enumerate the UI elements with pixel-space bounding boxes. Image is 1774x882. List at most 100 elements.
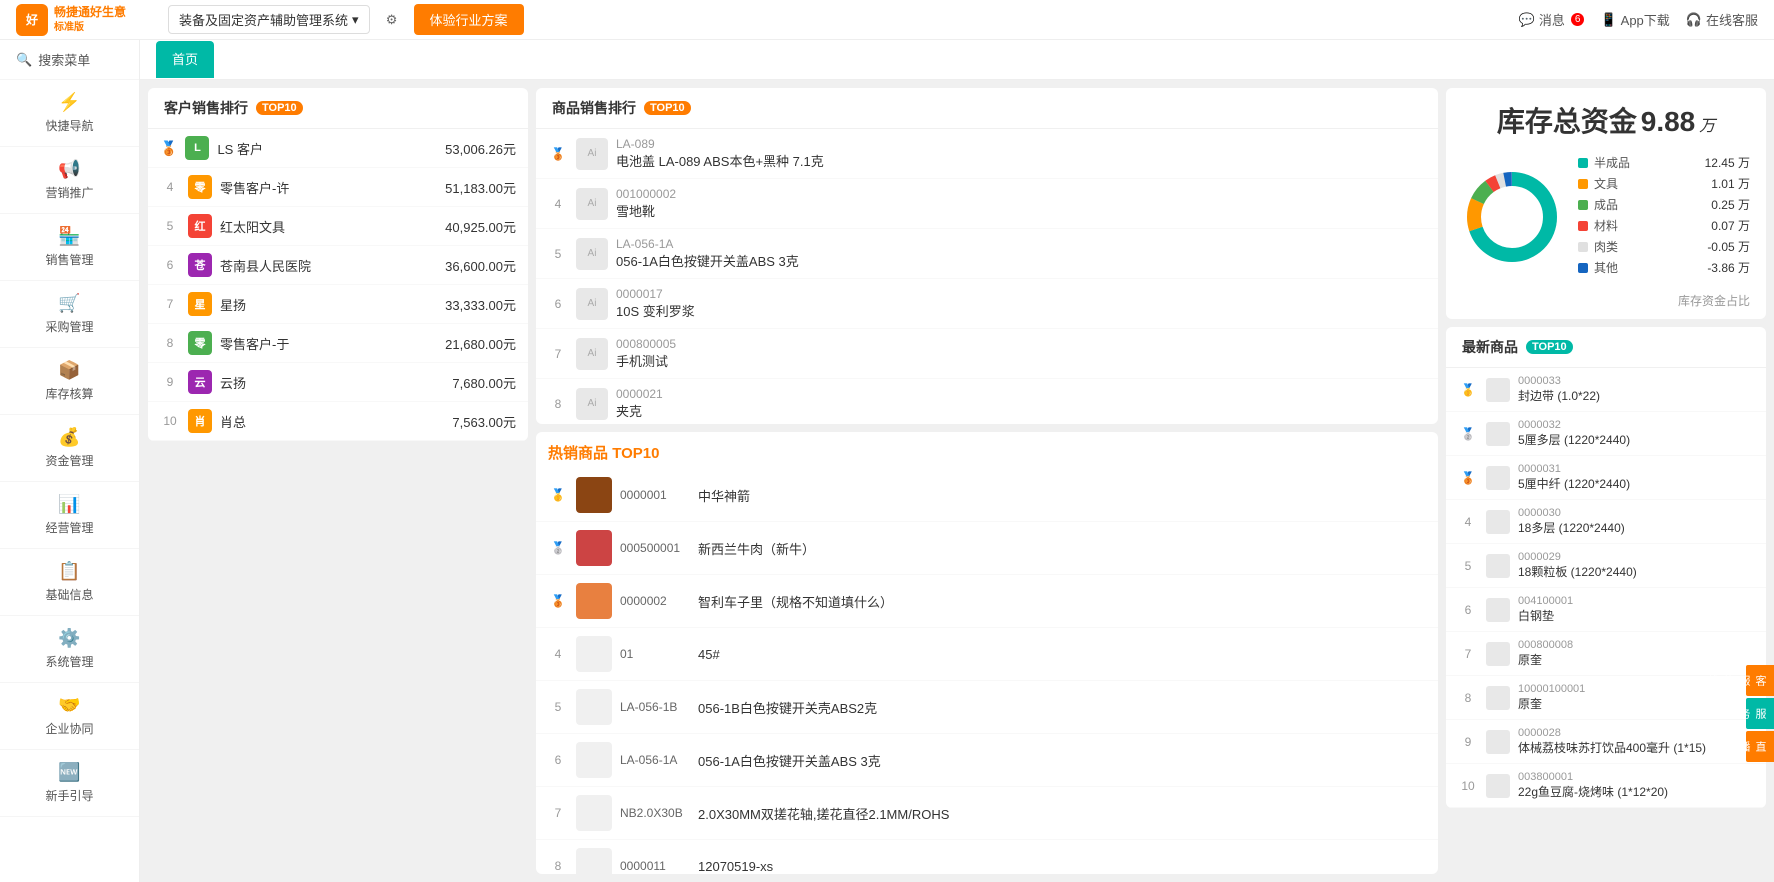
right-panel: 库存总资金 9.88 万: [1446, 88, 1766, 874]
customer-rank-item-10[interactable]: 10 肖 肖总 7,563.00元: [148, 402, 528, 441]
customer-avatar-10: 肖: [188, 409, 212, 433]
customer-rank-item-1[interactable]: 🥉 L LS 客户 53,006.26元: [148, 129, 528, 168]
main-content: 客户销售排行 TOP10 🥉 L LS 客户 53,006.26元 4 零: [140, 80, 1774, 882]
logo-area: 好 畅捷通好生意 标准版: [16, 4, 156, 36]
settings-button[interactable]: ⚙: [378, 6, 406, 34]
customer-rank-item-9[interactable]: 9 云 云扬 7,680.00元: [148, 363, 528, 402]
new-thumb-9: [1486, 730, 1510, 754]
inventory-total: 库存总资金 9.88 万: [1446, 88, 1766, 146]
product-rank-item-5[interactable]: 5 Ai LA-056-1A 056-1A白色按键开关盖ABS 3克: [536, 229, 1438, 279]
logo-text: 畅捷通好生意 标准版: [54, 5, 126, 34]
customer-rank-card: 客户销售排行 TOP10 🥉 L LS 客户 53,006.26元 4 零: [148, 88, 528, 441]
legend-dot-1: [1578, 179, 1588, 189]
new-thumb-6: [1486, 598, 1510, 622]
customer-avatar-7: 星: [188, 292, 212, 316]
chevron-down-icon: ▾: [352, 12, 359, 28]
message-icon: 💬: [1519, 12, 1535, 28]
hot-product-6[interactable]: 6 LA-056-1A 056-1A白色按键开关盖ABS 3克: [536, 734, 1438, 787]
search-icon: 🔍: [16, 52, 32, 68]
hot-product-4[interactable]: 4 01 45#: [536, 628, 1438, 681]
new-info-9: 0000028 体械荔枝味苏打饮品400毫升 (1*15): [1518, 727, 1754, 756]
tab-home[interactable]: 首页: [156, 41, 214, 78]
inventory-chart-card: 库存总资金 9.88 万: [1446, 88, 1766, 319]
sidebar-item-finance[interactable]: 💰 资金管理: [0, 415, 139, 482]
hot-products-header: 热销商品 TOP10: [536, 432, 1438, 469]
hot-thumb-3: [576, 583, 612, 619]
hot-thumb-1: [576, 477, 612, 513]
product-rank-item-3[interactable]: 🥉 Ai LA-089 电池盖 LA-089 ABS本色+黑种 7.1克: [536, 129, 1438, 179]
new-product-5[interactable]: 5 0000029 18颗粒板 (1220*2440): [1446, 544, 1766, 588]
donut-chart: [1462, 167, 1562, 267]
new-product-6[interactable]: 6 004100001 白钢垫: [1446, 588, 1766, 632]
sidebar-item-inventory[interactable]: 📦 库存核算: [0, 348, 139, 415]
top-bar-middle: 装备及固定资产辅助管理系统 ▾ ⚙ 体验行业方案: [168, 4, 1507, 35]
product-rank-item-7[interactable]: 7 Ai 000800005 手机测试: [536, 329, 1438, 379]
collab-icon: 🤝: [58, 695, 80, 716]
product-rank-item-8[interactable]: 8 Ai 0000021 夹克: [536, 379, 1438, 424]
product-rank-item-6[interactable]: 6 Ai 0000017 10S 变利罗浆: [536, 279, 1438, 329]
left-panel: 客户销售排行 TOP10 🥉 L LS 客户 53,006.26元 4 零: [148, 88, 528, 874]
sidebar-item-sales[interactable]: 🏪 销售管理: [0, 214, 139, 281]
hot-product-8[interactable]: 8 0000011 12070519-xs: [536, 840, 1438, 874]
hot-thumb-4: [576, 636, 612, 672]
customer-rank-item-8[interactable]: 8 零 零售客户-于 21,680.00元: [148, 324, 528, 363]
system-selector[interactable]: 装备及固定资产辅助管理系统 ▾: [168, 5, 370, 34]
message-button[interactable]: 💬 消息 6: [1519, 10, 1585, 29]
legend-item-5: 其他 -3.86 万: [1578, 259, 1750, 276]
customer-rank-item-7[interactable]: 7 星 星扬 33,333.00元: [148, 285, 528, 324]
hot-product-3[interactable]: 🥉 0000002 智利车子里（规格不知道填什么）: [536, 575, 1438, 628]
new-product-2[interactable]: 🥈 0000032 5厘多层 (1220*2440): [1446, 412, 1766, 456]
new-info-7: 000800008 原奎: [1518, 639, 1754, 668]
sidebar-item-system[interactable]: ⚙️ 系统管理: [0, 616, 139, 683]
customer-rank-item-4[interactable]: 4 零 零售客户-许 51,183.00元: [148, 168, 528, 207]
customer-avatar-8: 零: [188, 331, 212, 355]
new-products-list: 🥇 0000033 封边带 (1.0*22) 🥈 0000032: [1446, 368, 1766, 808]
hot-product-7[interactable]: 7 NB2.0X30B 2.0X30MM双搓花轴,搓花直径2.1MM/ROHS: [536, 787, 1438, 840]
legend-dot-4: [1578, 242, 1588, 252]
product-thumb-8: Ai: [576, 388, 608, 420]
float-community-button[interactable]: 服务社区: [1746, 698, 1774, 729]
product-rank-header: 商品销售排行 TOP10: [536, 88, 1438, 129]
new-product-7[interactable]: 7 000800008 原奎: [1446, 632, 1766, 676]
hot-product-5[interactable]: 5 LA-056-1B 056-1B白色按键开关壳ABS2克: [536, 681, 1438, 734]
sales-icon: 🏪: [58, 226, 80, 247]
new-product-1[interactable]: 🥇 0000033 封边带 (1.0*22): [1446, 368, 1766, 412]
product-rank-badge: TOP10: [644, 101, 691, 115]
quick-nav-icon: ⚡: [58, 92, 80, 113]
sidebar-item-guide[interactable]: 🆕 新手引导: [0, 750, 139, 817]
hot-product-2[interactable]: 🥈 000500001 新西兰牛肉（新牛）: [536, 522, 1438, 575]
middle-panel: 商品销售排行 TOP10 🥉 Ai LA-089 电池盖 LA-089 ABS本…: [536, 88, 1438, 874]
new-products-badge: TOP10: [1526, 340, 1573, 354]
new-product-10[interactable]: 10 003800001 22g鱼豆腐-烧烤味 (1*12*20): [1446, 764, 1766, 808]
sidebar-item-marketing[interactable]: 📢 营销推广: [0, 147, 139, 214]
sidebar-item-collab[interactable]: 🤝 企业协同: [0, 683, 139, 750]
float-service-button[interactable]: 客服热线: [1746, 665, 1774, 696]
sidebar-item-quick-nav[interactable]: ⚡ 快捷导航: [0, 80, 139, 147]
new-info-3: 0000031 5厘中纤 (1220*2440): [1518, 463, 1754, 492]
hot-products-list: 🥇 0000001 中华神箭 🥈 000500001 新西兰牛肉（新牛）: [536, 469, 1438, 874]
product-info-5: LA-056-1A 056-1A白色按键开关盖ABS 3克: [616, 237, 1426, 270]
hot-product-1[interactable]: 🥇 0000001 中华神箭: [536, 469, 1438, 522]
customer-rank-item-6[interactable]: 6 苍 苍南县人民医院 36,600.00元: [148, 246, 528, 285]
new-product-9[interactable]: 9 0000028 体械荔枝味苏打饮品400毫升 (1*15): [1446, 720, 1766, 764]
float-direct-button[interactable]: 直播: [1746, 731, 1774, 762]
customer-avatar-3: L: [185, 136, 209, 160]
hot-thumb-7: [576, 795, 612, 831]
product-rank-item-4[interactable]: 4 Ai 001000002 雪地靴: [536, 179, 1438, 229]
new-product-3[interactable]: 🥉 0000031 5厘中纤 (1220*2440): [1446, 456, 1766, 500]
new-info-10: 003800001 22g鱼豆腐-烧烤味 (1*12*20): [1518, 771, 1754, 800]
app-download-button[interactable]: 📱 App下载: [1600, 10, 1669, 29]
new-product-4[interactable]: 4 0000030 18多层 (1220*2440): [1446, 500, 1766, 544]
legend-item-3: 材料 0.07 万: [1578, 217, 1750, 234]
chart-area: 半成品 12.45 万 文具 1.01 万 成品 0: [1446, 146, 1766, 288]
sidebar-item-purchase[interactable]: 🛒 采购管理: [0, 281, 139, 348]
legend-dot-0: [1578, 158, 1588, 168]
new-products-header: 最新商品 TOP10: [1446, 327, 1766, 368]
sidebar-item-operation[interactable]: 📊 经营管理: [0, 482, 139, 549]
search-menu-button[interactable]: 🔍 搜索菜单: [0, 40, 139, 80]
customer-rank-item-5[interactable]: 5 红 红太阳文具 40,925.00元: [148, 207, 528, 246]
top-bar-right: 💬 消息 6 📱 App下载 🎧 在线客服: [1519, 10, 1758, 29]
sidebar-item-basic[interactable]: 📋 基础信息: [0, 549, 139, 616]
trial-button[interactable]: 体验行业方案: [414, 4, 524, 35]
online-service-button[interactable]: 🎧 在线客服: [1686, 10, 1758, 29]
